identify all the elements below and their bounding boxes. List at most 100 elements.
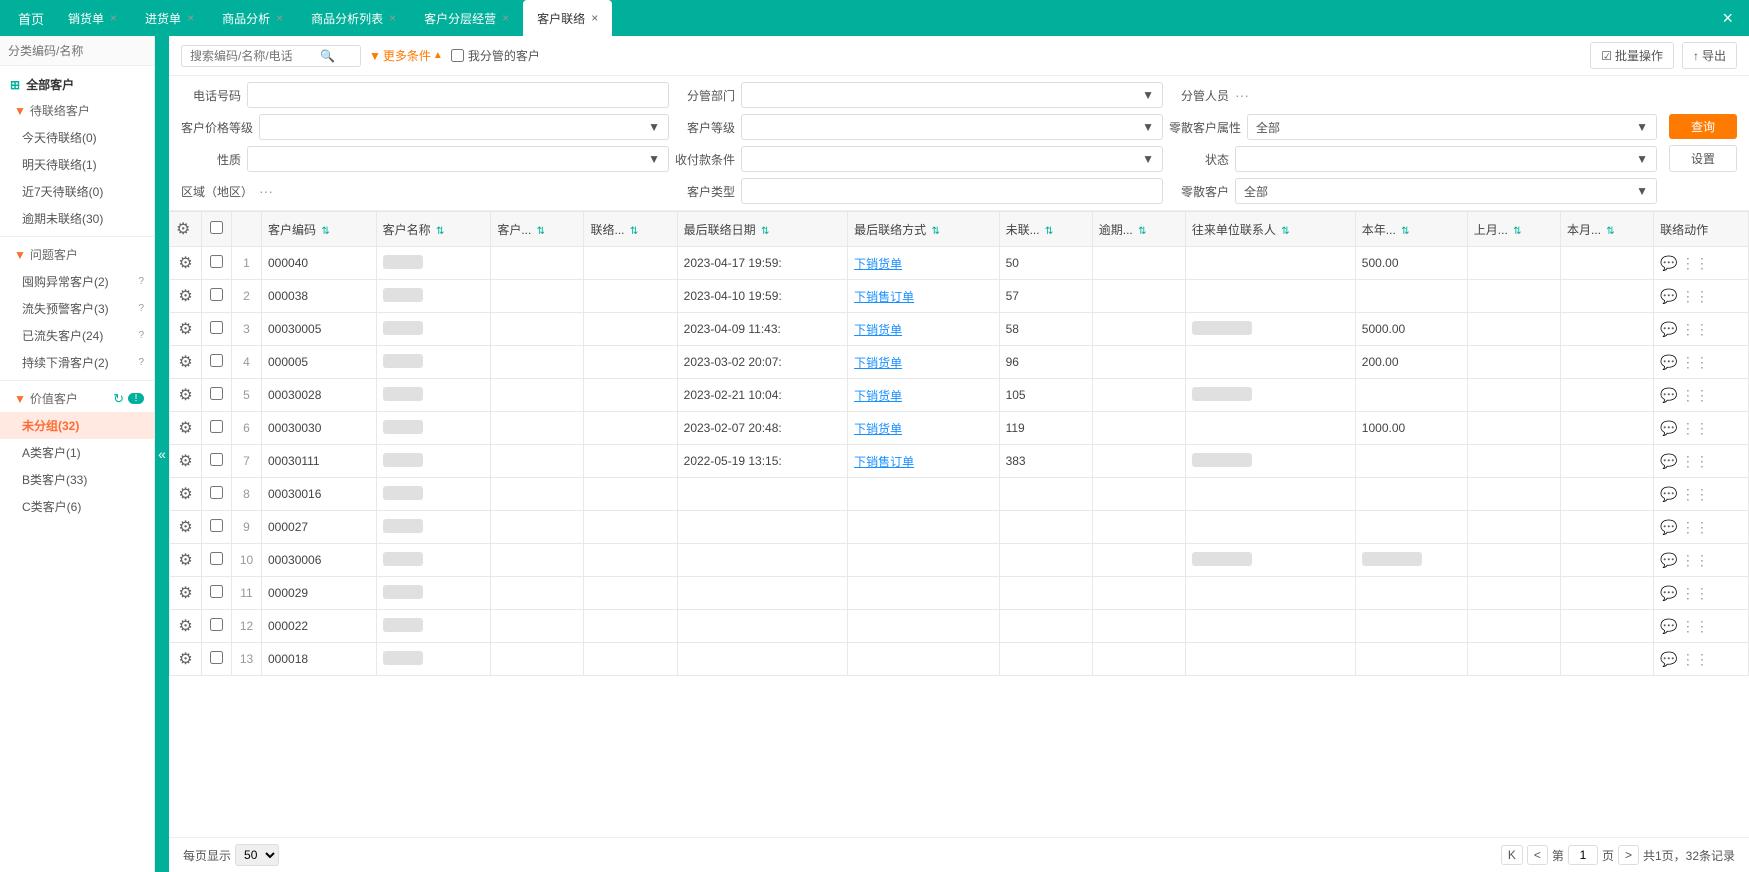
comment-icon[interactable]: 💬 <box>1660 321 1677 337</box>
more-icon[interactable]: ⋮⋮ <box>1681 651 1709 667</box>
payment-select[interactable]: ▼ <box>741 146 1163 172</box>
last-contact-date-column[interactable]: 最后联络日期 ⇅ <box>677 212 847 247</box>
search-button[interactable]: 🔍 <box>320 49 335 63</box>
status-select[interactable]: ▼ <box>1235 146 1657 172</box>
row-settings[interactable]: ⚙ <box>170 313 202 346</box>
comment-icon[interactable]: 💬 <box>1660 519 1677 535</box>
more-icon[interactable]: ⋮⋮ <box>1681 486 1709 502</box>
row-checkbox[interactable] <box>210 519 223 532</box>
comment-icon[interactable]: 💬 <box>1660 552 1677 568</box>
select-all-checkbox[interactable] <box>210 221 223 234</box>
row-settings[interactable]: ⚙ <box>170 511 202 544</box>
row-settings[interactable]: ⚙ <box>170 412 202 445</box>
row-checkbox-cell[interactable] <box>202 379 232 412</box>
customer-tier-select[interactable]: ▼ <box>741 114 1163 140</box>
close-customer-contact[interactable]: × <box>591 11 598 25</box>
row-checkbox-cell[interactable] <box>202 643 232 676</box>
more-icon[interactable]: ⋮⋮ <box>1681 552 1709 568</box>
row-checkbox[interactable] <box>210 585 223 598</box>
row-settings[interactable]: ⚙ <box>170 280 202 313</box>
row-settings[interactable]: ⚙ <box>170 247 202 280</box>
comment-icon[interactable]: 💬 <box>1660 387 1677 403</box>
ungrouped[interactable]: 未分组(32) <box>0 412 154 439</box>
tab-product-analysis-list[interactable]: 商品分析列表 × <box>297 0 410 36</box>
churn-warning[interactable]: 流失预警客户(3) ? <box>0 295 154 322</box>
row-checkbox[interactable] <box>210 387 223 400</box>
tomorrow-pending[interactable]: 明天待联络(1) <box>0 151 154 178</box>
close-sales-order[interactable]: × <box>110 11 117 25</box>
comment-icon[interactable]: 💬 <box>1660 651 1677 667</box>
refresh-icon[interactable]: ↻ <box>113 391 124 407</box>
sidebar-search-input[interactable] <box>8 44 155 58</box>
row-settings[interactable]: ⚙ <box>170 379 202 412</box>
customer-type-input[interactable] <box>741 178 1163 204</box>
query-button[interactable]: 查询 <box>1669 114 1737 139</box>
dept-select[interactable]: ▼ <box>741 82 1163 108</box>
row-checkbox-cell[interactable] <box>202 412 232 445</box>
comment-icon[interactable]: 💬 <box>1660 618 1677 634</box>
sidebar-toggle[interactable]: « <box>155 36 169 872</box>
batch-op-button[interactable]: ☑ 批量操作 <box>1590 42 1674 69</box>
region-dots[interactable]: ··· <box>259 183 273 199</box>
more-icon[interactable]: ⋮⋮ <box>1681 585 1709 601</box>
class-a[interactable]: A类客户(1) <box>0 439 154 466</box>
close-purchase-order[interactable]: × <box>187 11 194 25</box>
comment-icon[interactable]: 💬 <box>1660 288 1677 304</box>
row-checkbox[interactable] <box>210 552 223 565</box>
row-settings[interactable]: ⚙ <box>170 577 202 610</box>
tab-purchase-order[interactable]: 进货单 × <box>131 0 208 36</box>
week-pending[interactable]: 近7天待联络(0) <box>0 178 154 205</box>
more-conditions-button[interactable]: ▼ 更多条件 ▲ <box>369 47 443 64</box>
row-settings[interactable]: ⚙ <box>170 610 202 643</box>
tab-customer-tier[interactable]: 客户分层经营 × <box>410 0 523 36</box>
more-icon[interactable]: ⋮⋮ <box>1681 288 1709 304</box>
price-tier-select[interactable]: ▼ <box>259 114 669 140</box>
more-icon[interactable]: ⋮⋮ <box>1681 354 1709 370</box>
row-checkbox-cell[interactable] <box>202 313 232 346</box>
search-input[interactable] <box>190 49 320 63</box>
hoarding-abnormal[interactable]: 囤购异常客户(2) ? <box>0 268 154 295</box>
row-checkbox-cell[interactable] <box>202 511 232 544</box>
row-checkbox[interactable] <box>210 321 223 334</box>
row-checkbox[interactable] <box>210 618 223 631</box>
row-checkbox-cell[interactable] <box>202 247 232 280</box>
row-settings[interactable]: ⚙ <box>170 478 202 511</box>
manager-dots[interactable]: ··· <box>1235 87 1249 103</box>
comment-icon[interactable]: 💬 <box>1660 585 1677 601</box>
row-settings[interactable]: ⚙ <box>170 346 202 379</box>
not-contact-column[interactable]: 未联... ⇅ <box>999 212 1092 247</box>
close-product-analysis[interactable]: × <box>276 11 283 25</box>
comment-icon[interactable]: 💬 <box>1660 255 1677 271</box>
row-checkbox[interactable] <box>210 420 223 433</box>
contact-column[interactable]: 联络... ⇅ <box>584 212 677 247</box>
row-checkbox-cell[interactable] <box>202 544 232 577</box>
phone-input[interactable] <box>247 82 669 108</box>
comment-icon[interactable]: 💬 <box>1660 420 1677 436</box>
last-month-column[interactable]: 上月... ⇅ <box>1467 212 1560 247</box>
first-page-button[interactable]: K <box>1501 845 1523 865</box>
reset-button[interactable]: 设置 <box>1669 145 1737 172</box>
overdue-pending[interactable]: 逾期未联络(30) <box>0 205 154 232</box>
export-button[interactable]: ↑ 导出 <box>1682 42 1737 69</box>
row-checkbox[interactable] <box>210 354 223 367</box>
my-customers-checkbox[interactable] <box>451 49 464 62</box>
home-tab[interactable]: 首页 <box>8 0 54 36</box>
row-checkbox[interactable] <box>210 486 223 499</box>
close-product-analysis-list[interactable]: × <box>389 11 396 25</box>
this-month-column[interactable]: 本月... ⇅ <box>1560 212 1653 247</box>
declining[interactable]: 持续下滑客户(2) ? <box>0 349 154 376</box>
settings-column[interactable]: ⚙ <box>170 212 202 247</box>
row-checkbox-cell[interactable] <box>202 577 232 610</box>
comment-icon[interactable]: 💬 <box>1660 453 1677 469</box>
class-c[interactable]: C类客户(6) <box>0 493 154 520</box>
close-all-button[interactable]: × <box>1714 8 1741 29</box>
next-page-button[interactable]: > <box>1618 845 1639 865</box>
row-checkbox-cell[interactable] <box>202 478 232 511</box>
more-icon[interactable]: ⋮⋮ <box>1681 453 1709 469</box>
this-year-column[interactable]: 本年... ⇅ <box>1355 212 1467 247</box>
today-pending[interactable]: 今天待联络(0) <box>0 124 154 151</box>
retail-customer-select[interactable]: 全部 ▼ <box>1235 178 1657 204</box>
more-icon[interactable]: ⋮⋮ <box>1681 519 1709 535</box>
comment-icon[interactable]: 💬 <box>1660 486 1677 502</box>
pending-contact-group[interactable]: ▼ 待联络客户 <box>0 97 154 124</box>
